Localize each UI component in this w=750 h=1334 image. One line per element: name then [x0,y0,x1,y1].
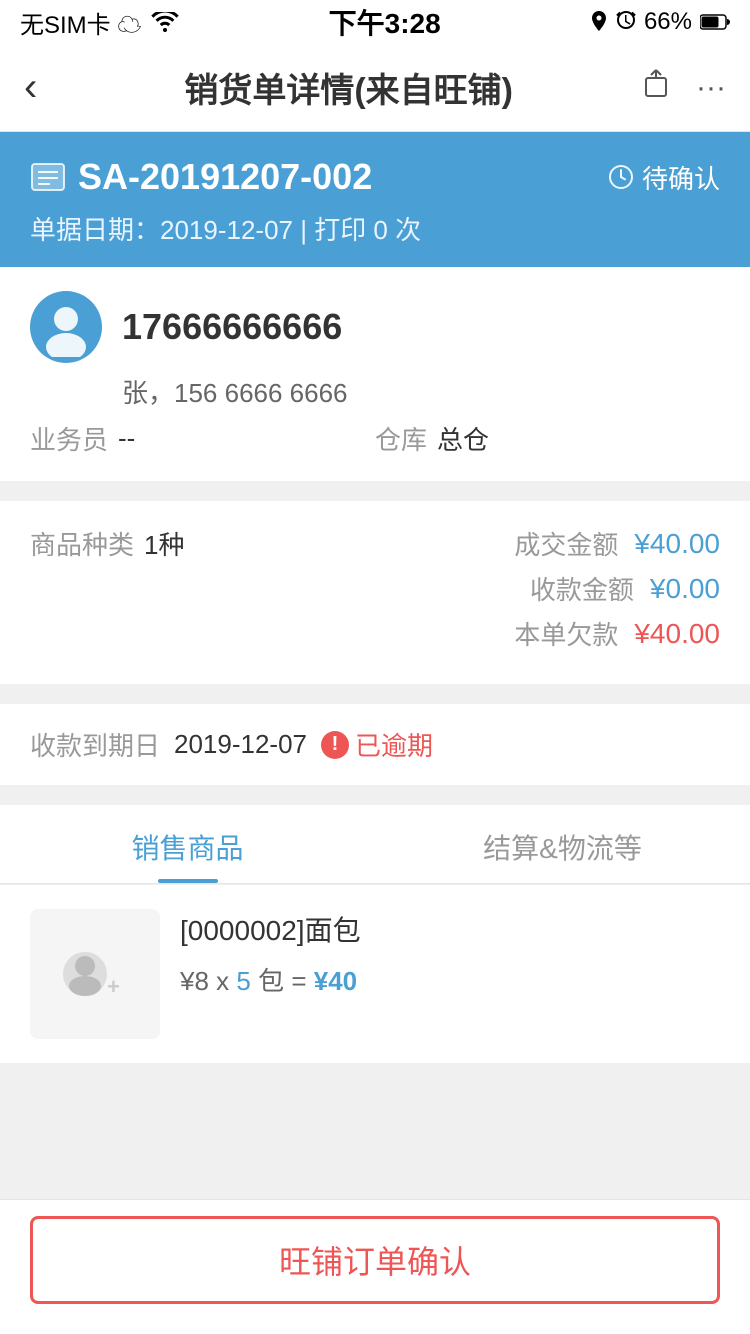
product-total: ¥40 [314,966,357,996]
more-button[interactable]: ··· [696,71,726,105]
overdue-badge: ! 已逾期 [321,726,433,763]
order-header: SA-20191207-002 待确认 单据日期：2019-12-07 | 打印… [0,132,750,267]
overdue-icon: ! [321,731,349,759]
summary-section: 商品种类 1种 成交金额 ¥40.00 收款金额 ¥0.00 本单欠款 ¥40.… [0,501,750,684]
warehouse-value: 总仓 [437,420,489,457]
status-right: 66% [590,8,730,36]
status-bar: 无SIM卡 ☁ 下午3:28 66% [0,0,750,44]
product-item: + [0000002]面包 ¥8 x 5 包 = ¥40 [0,885,750,1063]
product-price-row: ¥8 x 5 包 = ¥40 [180,961,720,998]
received-amount-value: ¥0.00 [650,573,720,605]
received-amount-row: 收款金额 ¥0.00 [514,570,720,607]
product-logo: + [55,944,135,1004]
deal-amount-label: 成交金额 [514,525,618,562]
nav-bar: ‹ 销货单详情(来自旺铺) ··· [0,44,750,132]
customer-name: 张，156 6666 6666 [122,373,720,410]
share-button[interactable] [644,68,676,108]
deal-amount-value: ¥40.00 [634,528,720,560]
battery-level: 66% [644,8,692,36]
summary-left: 商品种类 1种 [30,525,514,568]
alarm-icon [616,11,636,33]
battery-icon [700,14,730,30]
due-date-label: 收款到期日 [30,726,160,763]
product-thumbnail: + [30,909,160,1039]
due-date-section: 收款到期日 2019-12-07 ! 已逾期 [0,704,750,785]
warehouse-label: 仓库 [375,420,427,457]
tab-settlement[interactable]: 结算&物流等 [375,805,750,883]
order-meta: 单据日期：2019-12-07 | 打印 0 次 [30,210,720,247]
overdue-text: 已逾期 [355,726,433,763]
order-icon [30,162,66,192]
tabs-bar: 销售商品 结算&物流等 [0,805,750,884]
outstanding-amount-label: 本单欠款 [514,615,618,652]
product-types-value: 1种 [144,525,184,562]
outstanding-amount-row: 本单欠款 ¥40.00 [514,615,720,652]
warehouse-field: 仓库 总仓 [375,420,720,457]
summary-right: 成交金额 ¥40.00 收款金额 ¥0.00 本单欠款 ¥40.00 [514,525,720,660]
clock-icon [608,164,634,190]
sim-status: 无SIM卡 ☁ [20,5,141,40]
customer-details-row: 业务员 -- 仓库 总仓 [30,420,720,457]
customer-avatar [30,291,102,363]
svg-text:+: + [107,974,120,999]
back-button[interactable]: ‹ [24,65,37,110]
product-info: [0000002]面包 ¥8 x 5 包 = ¥40 [180,909,720,998]
tab-sales-products[interactable]: 销售商品 [0,805,375,883]
product-types-item: 商品种类 1种 [30,525,514,562]
sales-rep-label: 业务员 [30,420,108,457]
location-icon [590,11,608,33]
received-amount-label: 收款金额 [530,570,634,607]
product-types-label: 商品种类 [30,525,134,562]
sales-rep-value: -- [118,423,135,454]
page-title: 销货单详情(来自旺铺) [53,63,644,112]
sales-rep-field: 业务员 -- [30,420,375,457]
deal-amount-row: 成交金额 ¥40.00 [514,525,720,562]
product-name: [0000002]面包 [180,909,720,949]
status-time: 下午3:28 [329,2,441,42]
wifi-icon [151,12,179,32]
outstanding-amount-value: ¥40.00 [634,618,720,650]
status-left: 无SIM卡 ☁ [20,5,179,40]
confirm-order-button[interactable]: 旺铺订单确认 [30,1216,720,1304]
bottom-bar: 旺铺订单确认 [0,1199,750,1334]
order-id: SA-20191207-002 [30,156,372,198]
nav-actions: ··· [644,68,726,108]
customer-section: 17666666666 张，156 6666 6666 业务员 -- 仓库 总仓 [0,267,750,481]
due-date-value: 2019-12-07 [174,729,307,760]
order-status: 待确认 [608,159,720,196]
customer-phone: 17666666666 [122,306,342,348]
product-qty: 5 [236,966,250,996]
